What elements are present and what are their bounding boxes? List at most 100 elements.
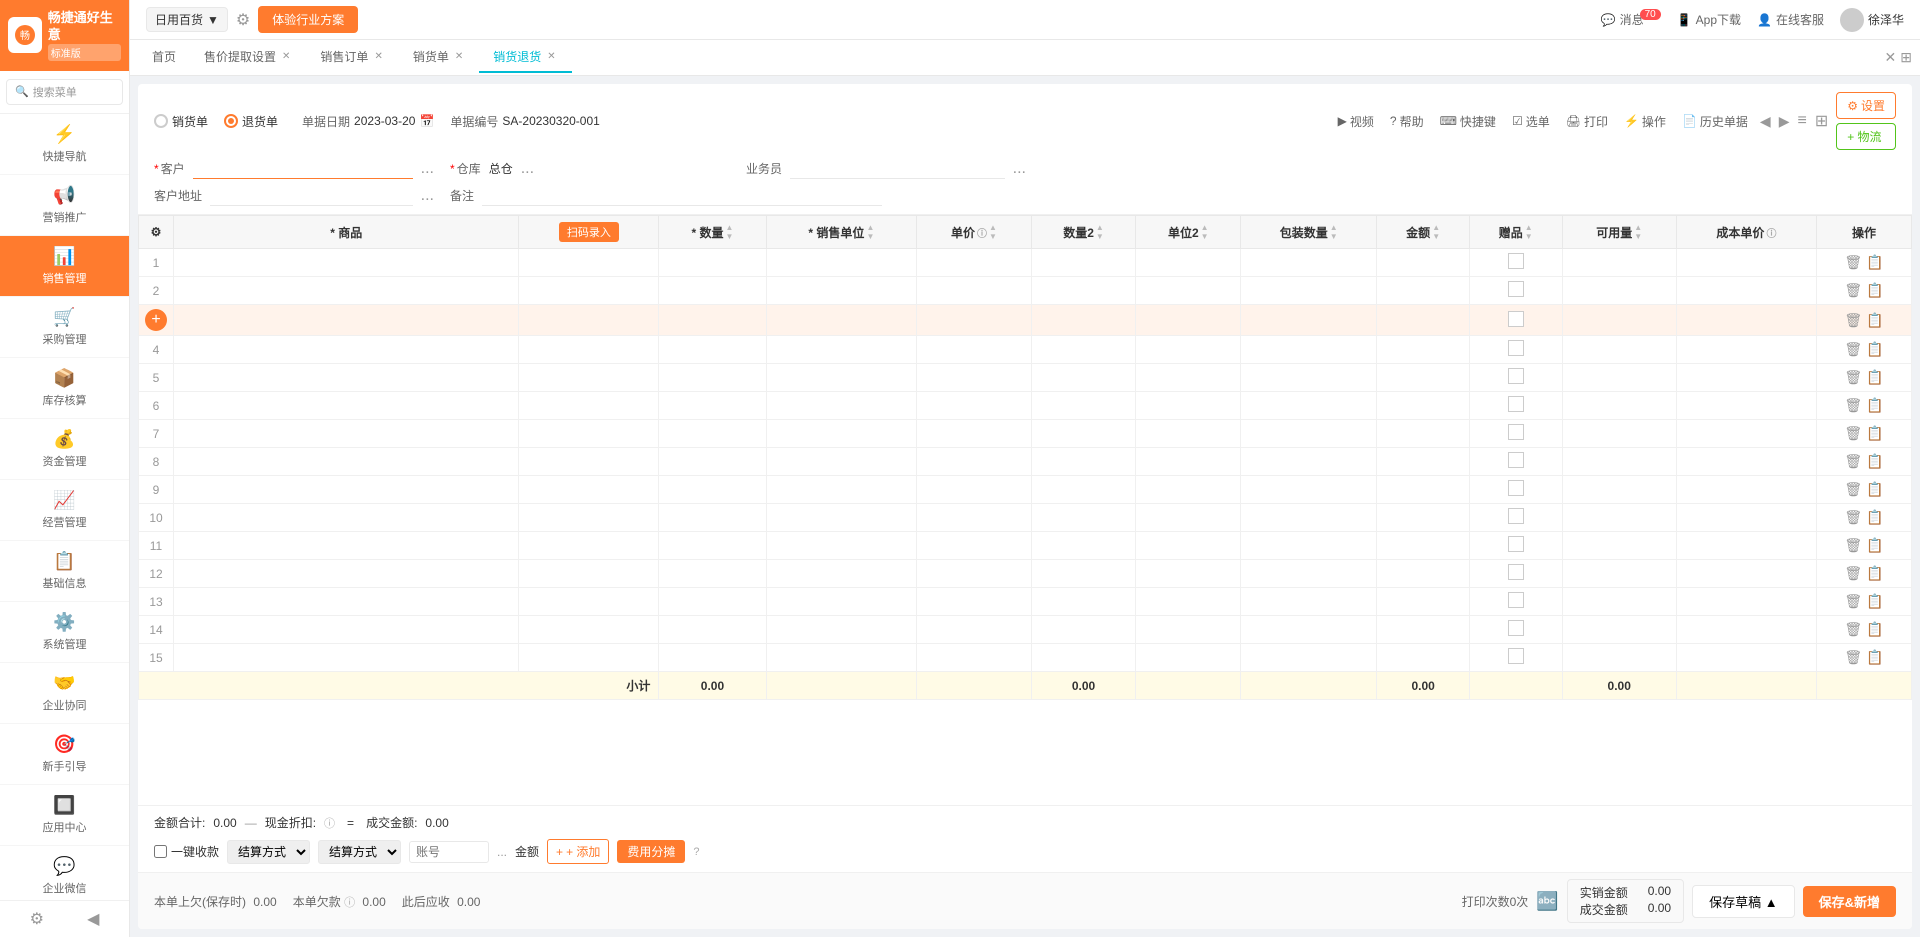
qty2-cell[interactable] [1031,588,1136,616]
price-cell[interactable] [917,364,1031,392]
unit2-cell[interactable] [1136,364,1241,392]
tab-close-price-setting[interactable]: ✕ [280,51,292,62]
price-cell[interactable] [917,476,1031,504]
copy-row-btn[interactable]: 📋 [1866,397,1883,414]
settings-btn[interactable]: ⚙ 设置 [1836,92,1896,119]
qty2-cell[interactable] [1031,277,1136,305]
breadcrumb-select[interactable]: 日用百货 ▼ [146,7,228,32]
address-input[interactable] [210,185,413,206]
cost-price-cell[interactable] [1676,364,1816,392]
gift-checkbox[interactable] [1508,564,1524,580]
qty-cell[interactable] [659,644,766,672]
gift-checkbox[interactable] [1508,452,1524,468]
amount-cell[interactable] [1377,336,1470,364]
qty2-cell[interactable] [1031,476,1136,504]
sidebar-item-system[interactable]: ⚙️ 系统管理 [0,602,129,663]
gift-checkbox[interactable] [1508,480,1524,496]
qty2-cell[interactable] [1031,504,1136,532]
gift-cell[interactable] [1469,476,1562,504]
price-cell[interactable] [917,249,1031,277]
pack-qty-cell[interactable] [1241,249,1377,277]
address-dots[interactable]: ... [421,187,434,205]
price-cell[interactable] [917,588,1031,616]
gift-checkbox[interactable] [1508,536,1524,552]
add-row-btn[interactable]: + [145,309,167,331]
tab-sales-order[interactable]: 销售订单 ✕ [306,42,398,73]
gift-cell[interactable] [1469,305,1562,336]
product-cell[interactable] [174,476,519,504]
product-cell[interactable] [174,336,519,364]
delete-row-btn[interactable]: 🗑 [1844,341,1862,358]
collapse-sidebar-btn[interactable]: ◀ [87,909,99,929]
qty-cell[interactable] [659,448,766,476]
pack-qty-cell[interactable] [1241,476,1377,504]
qty-cell[interactable] [659,532,766,560]
unit2-cell[interactable] [1136,448,1241,476]
amount-cell[interactable] [1377,249,1470,277]
table-row[interactable]: 4🗑📋 [139,336,1912,364]
gift-checkbox[interactable] [1508,396,1524,412]
tab-price-setting[interactable]: 售价提取设置 ✕ [190,42,306,73]
pack-qty-cell[interactable] [1241,305,1377,336]
unit2-cell[interactable] [1136,616,1241,644]
table-row[interactable]: 7🗑📋 [139,420,1912,448]
price-cell[interactable] [917,277,1031,305]
qty2-cell[interactable] [1031,644,1136,672]
amount-cell[interactable] [1377,305,1470,336]
delete-row-btn[interactable]: 🗑 [1844,621,1862,638]
delete-row-btn[interactable]: 🗑 [1844,369,1862,386]
sidebar-item-inventory[interactable]: 📦 库存核算 [0,358,129,419]
unit-cell[interactable] [766,305,917,336]
price-cell[interactable] [917,392,1031,420]
gift-checkbox[interactable] [1508,424,1524,440]
save-draft-button[interactable]: 保存草稿 ▲ [1692,885,1795,918]
radio-return[interactable]: 退货单 [224,113,278,130]
cost-price-cell[interactable] [1676,392,1816,420]
available-cell[interactable] [1562,588,1676,616]
billing-calc-select[interactable]: 结算方式 [318,840,401,864]
tab-sales-shipment[interactable]: 销货单 ✕ [399,42,479,73]
tab-home[interactable]: 首页 [138,42,190,73]
unit-cell[interactable] [766,336,917,364]
sidebar-search-area[interactable]: 🔍 搜索菜单 [0,71,129,114]
amount-cell[interactable] [1377,420,1470,448]
cost-price-cell[interactable] [1676,560,1816,588]
qty-cell[interactable] [659,305,766,336]
delete-row-btn[interactable]: 🗑 [1844,481,1862,498]
unit-cell[interactable] [766,392,917,420]
table-row[interactable]: 1🗑📋 [139,249,1912,277]
amount-cell[interactable] [1377,560,1470,588]
amount-cell[interactable] [1377,504,1470,532]
amount-cell[interactable] [1377,392,1470,420]
gift-checkbox[interactable] [1508,281,1524,297]
radio-sales[interactable]: 销货单 [154,113,208,130]
product-cell[interactable] [174,504,519,532]
unit2-cell[interactable] [1136,644,1241,672]
copy-row-btn[interactable]: 📋 [1866,425,1883,442]
product-cell[interactable] [174,364,519,392]
fee-split-btn[interactable]: 费用分摊 [617,840,685,863]
unit2-cell[interactable] [1136,305,1241,336]
qty-cell[interactable] [659,392,766,420]
account-dots[interactable]: ... [497,845,507,859]
gift-cell[interactable] [1469,616,1562,644]
header-gear-button[interactable]: ⚙ [236,10,250,30]
unit2-cell[interactable] [1136,336,1241,364]
qty-cell[interactable] [659,336,766,364]
sidebar-item-wechat[interactable]: 💬 企业微信 [0,846,129,900]
delete-row-btn[interactable]: 🗑 [1844,649,1862,666]
available-cell[interactable] [1562,277,1676,305]
price-cell[interactable] [917,504,1031,532]
price-cell[interactable] [917,560,1031,588]
unit-cell[interactable] [766,616,917,644]
copy-row-btn[interactable]: 📋 [1866,593,1883,610]
cost-price-cell[interactable] [1676,504,1816,532]
scan-input-btn[interactable]: 扫码录入 [559,222,619,242]
price-cell[interactable] [917,616,1031,644]
save-new-button[interactable]: 保存&新增 [1803,886,1896,917]
unit2-cell[interactable] [1136,392,1241,420]
amount-cell[interactable] [1377,644,1470,672]
unit2-cell[interactable] [1136,560,1241,588]
gift-checkbox[interactable] [1508,508,1524,524]
price-cell[interactable] [917,305,1031,336]
